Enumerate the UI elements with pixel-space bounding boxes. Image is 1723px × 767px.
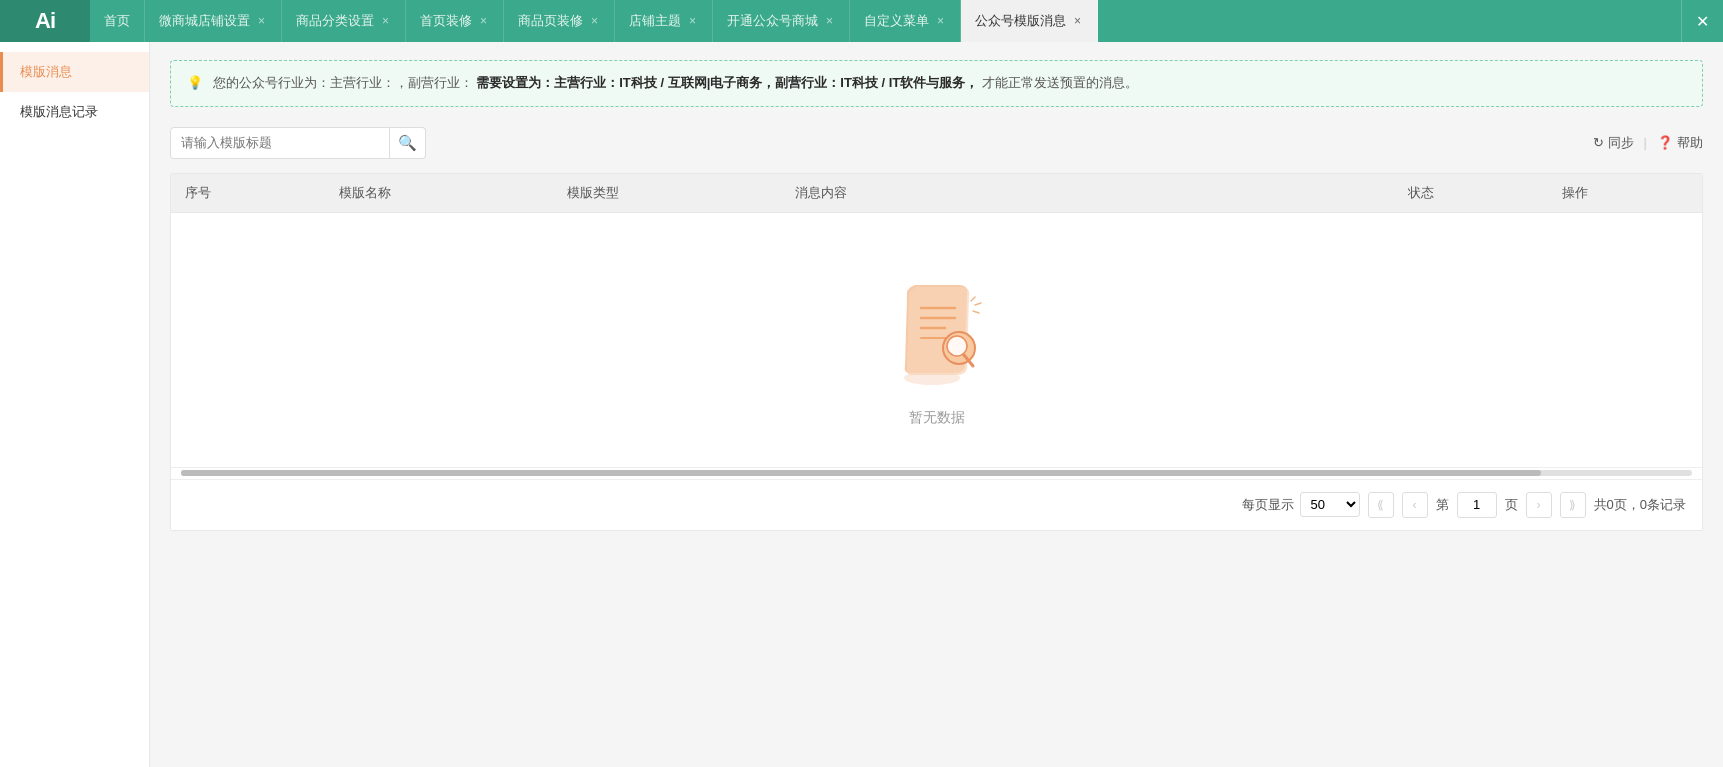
- tab-label-custommenu: 自定义菜单: [864, 12, 929, 30]
- col-header-name: 模版名称: [325, 174, 553, 213]
- tab-close-wshop[interactable]: ×: [256, 13, 267, 29]
- table-header: 序号模版名称模版类型消息内容状态操作: [171, 174, 1702, 213]
- tab-close-mall[interactable]: ×: [824, 13, 835, 29]
- page-last-button[interactable]: ⟫: [1560, 492, 1586, 518]
- sidebar: 模版消息模版消息记录: [0, 42, 150, 767]
- divider: |: [1644, 135, 1647, 150]
- pagination: 每页显示 102050100 ⟪ ‹ 第 页 › ⟫ 共0页，0条记录: [171, 479, 1702, 530]
- notice-suffix: 才能正常发送预置的消息。: [982, 75, 1138, 90]
- tab-productpage[interactable]: 商品页装修 ×: [504, 0, 615, 42]
- search-input[interactable]: [170, 127, 390, 159]
- col-header-content: 消息内容: [781, 174, 1393, 213]
- col-header-index: 序号: [171, 174, 325, 213]
- col-header-status: 状态: [1394, 174, 1548, 213]
- tab-label-productpage: 商品页装修: [518, 12, 583, 30]
- sync-icon: ↻: [1593, 135, 1604, 150]
- empty-state: 暂无数据: [171, 213, 1702, 467]
- col-header-type: 模版类型: [553, 174, 781, 213]
- page-after-label: 页: [1505, 496, 1518, 514]
- help-button[interactable]: ❓ 帮助: [1657, 134, 1703, 152]
- tab-label-templatemsg: 公众号模版消息: [975, 12, 1066, 30]
- tab-label-theme: 店铺主题: [629, 12, 681, 30]
- tab-label-home: 首页: [104, 12, 130, 30]
- tab-label-mall: 开通公众号商城: [727, 12, 818, 30]
- table-header-row: 序号模版名称模版类型消息内容状态操作: [171, 174, 1702, 213]
- perpage-label: 每页显示: [1242, 496, 1294, 514]
- search-button[interactable]: 🔍: [390, 127, 426, 159]
- tab-label-homepage: 首页装修: [420, 12, 472, 30]
- perpage-control: 每页显示 102050100: [1242, 492, 1360, 517]
- content-area: 💡 您的公众号行业为：主营行业：，副营行业： 需要设置为：主营行业：IT科技 /…: [150, 42, 1723, 767]
- data-table: 序号模版名称模版类型消息内容状态操作: [171, 174, 1702, 467]
- main-layout: 模版消息模版消息记录 💡 您的公众号行业为：主营行业：，副营行业： 需要设置为：…: [0, 42, 1723, 767]
- page-before-label: 第: [1436, 496, 1449, 514]
- search-bar-left: 🔍: [170, 127, 426, 159]
- tab-close-theme[interactable]: ×: [687, 13, 698, 29]
- app-logo: Ai: [0, 0, 90, 42]
- page-prev-button[interactable]: ‹: [1402, 492, 1428, 518]
- page-next-button[interactable]: ›: [1526, 492, 1552, 518]
- svg-line-10: [973, 311, 979, 313]
- tab-close-templatemsg[interactable]: ×: [1072, 13, 1083, 29]
- tab-close-homepage[interactable]: ×: [478, 13, 489, 29]
- table-container: 序号模版名称模版类型消息内容状态操作: [170, 173, 1703, 531]
- sidebar-item-template-msg-log[interactable]: 模版消息记录: [0, 92, 149, 132]
- empty-illustration: [877, 273, 997, 393]
- search-icon: 🔍: [398, 134, 417, 152]
- horizontal-scrollbar[interactable]: [171, 467, 1702, 479]
- notice-highlight: 需要设置为：主营行业：IT科技 / 互联网|电子商务，副营行业：IT科技 / I…: [476, 75, 978, 90]
- tab-label-wshop: 微商城店铺设置: [159, 12, 250, 30]
- total-info: 共0页，0条记录: [1594, 496, 1686, 514]
- scrollbar-track: [181, 470, 1692, 476]
- bulb-icon: 💡: [187, 75, 203, 90]
- sync-button[interactable]: ↻ 同步: [1593, 134, 1634, 152]
- tab-custommenu[interactable]: 自定义菜单 ×: [850, 0, 961, 42]
- empty-row: 暂无数据: [171, 212, 1702, 467]
- svg-point-6: [947, 336, 967, 356]
- sidebar-item-template-msg[interactable]: 模版消息: [0, 52, 149, 92]
- svg-line-8: [971, 297, 975, 301]
- scrollbar-thumb[interactable]: [181, 470, 1541, 476]
- topbar: Ai 首页微商城店铺设置×商品分类设置×首页装修×商品页装修×店铺主题×开通公众…: [0, 0, 1723, 42]
- tab-home[interactable]: 首页: [90, 0, 145, 42]
- tab-category[interactable]: 商品分类设置 ×: [282, 0, 406, 42]
- notice-banner: 💡 您的公众号行业为：主营行业：，副营行业： 需要设置为：主营行业：IT科技 /…: [170, 60, 1703, 107]
- tab-close-custommenu[interactable]: ×: [935, 13, 946, 29]
- tab-list: 首页微商城店铺设置×商品分类设置×首页装修×商品页装修×店铺主题×开通公众号商城…: [90, 0, 1681, 42]
- svg-line-9: [975, 303, 981, 305]
- tab-wshop[interactable]: 微商城店铺设置 ×: [145, 0, 282, 42]
- search-bar: 🔍 ↻ 同步 | ❓ 帮助: [170, 127, 1703, 159]
- notice-prefix: 您的公众号行业为：主营行业：，副营行业：: [213, 75, 473, 90]
- col-header-action: 操作: [1548, 174, 1702, 213]
- tab-close-category[interactable]: ×: [380, 13, 391, 29]
- tab-label-category: 商品分类设置: [296, 12, 374, 30]
- search-bar-right: ↻ 同步 | ❓ 帮助: [1593, 134, 1703, 152]
- close-all-button[interactable]: ✕: [1681, 0, 1723, 42]
- table-body: 暂无数据: [171, 212, 1702, 467]
- tab-theme[interactable]: 店铺主题 ×: [615, 0, 713, 42]
- page-first-button[interactable]: ⟪: [1368, 492, 1394, 518]
- perpage-select[interactable]: 102050100: [1300, 492, 1360, 517]
- empty-text: 暂无数据: [909, 409, 965, 427]
- tab-homepage[interactable]: 首页装修 ×: [406, 0, 504, 42]
- help-icon: ❓: [1657, 135, 1673, 150]
- tab-mall[interactable]: 开通公众号商城 ×: [713, 0, 850, 42]
- tab-close-productpage[interactable]: ×: [589, 13, 600, 29]
- tab-templatemsg[interactable]: 公众号模版消息 ×: [961, 0, 1098, 42]
- page-input[interactable]: [1457, 492, 1497, 518]
